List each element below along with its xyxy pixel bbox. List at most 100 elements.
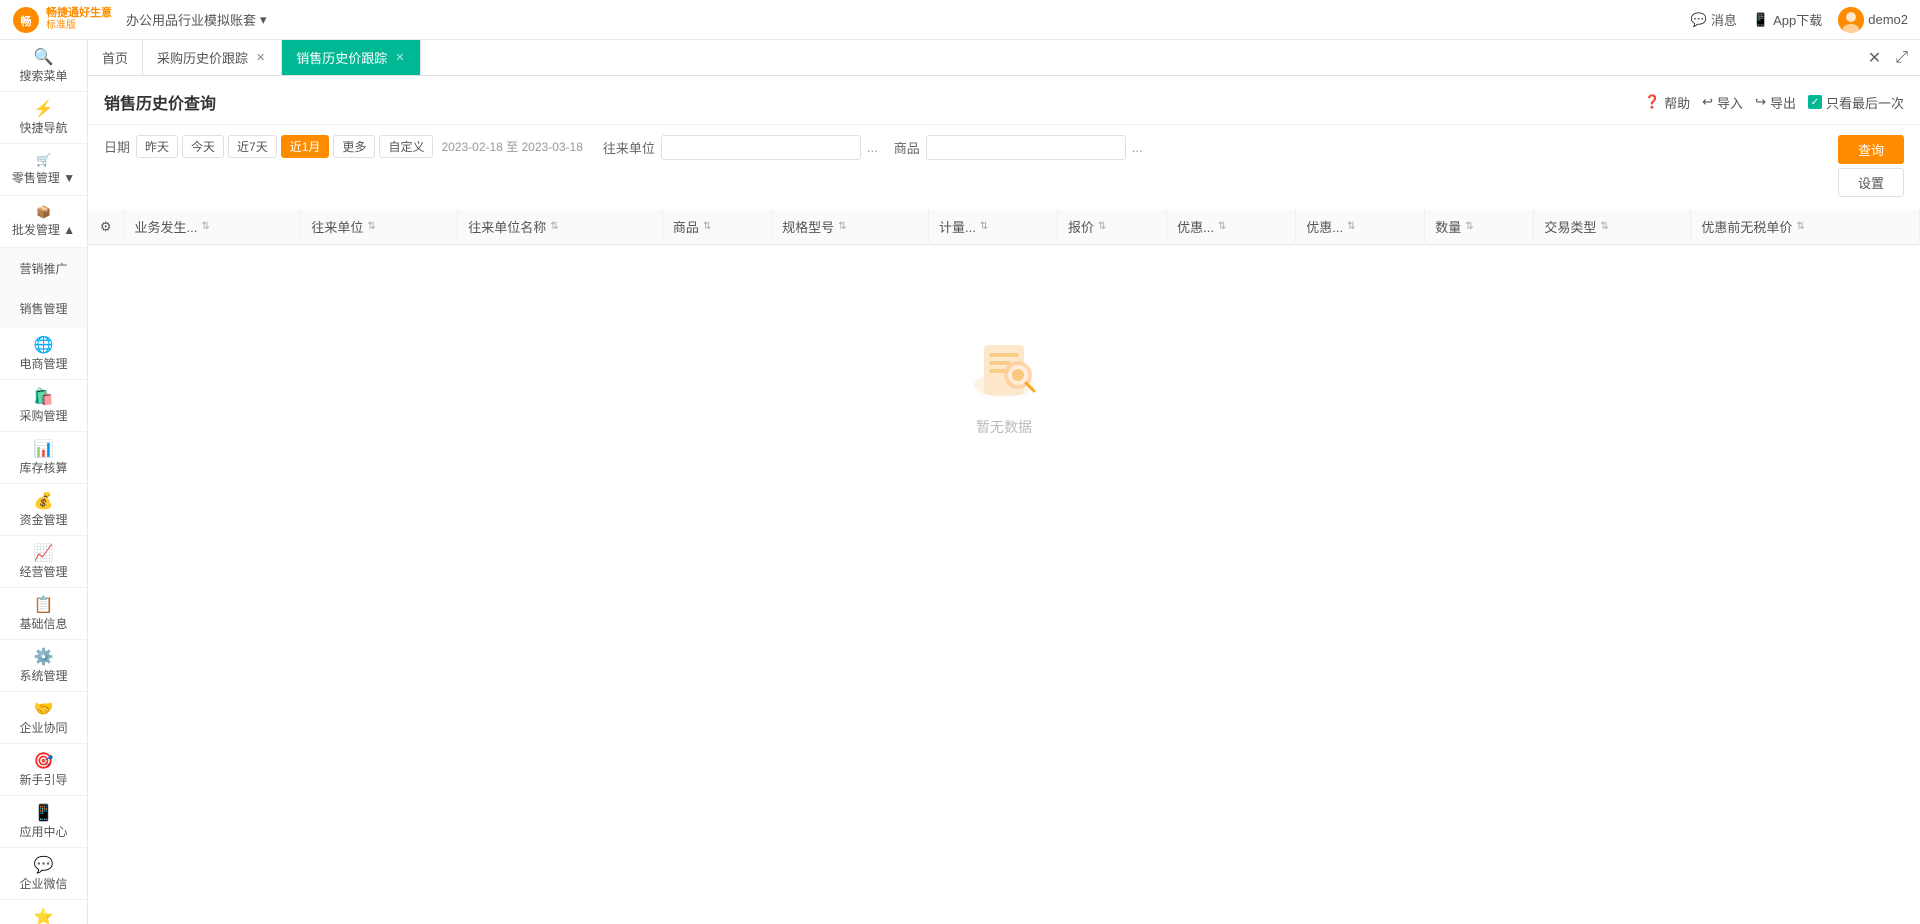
product-input[interactable] <box>926 135 1126 160</box>
app-download-button[interactable]: 📱 App下载 <box>1753 10 1822 29</box>
th-quote[interactable]: 报价 ⇅ <box>1058 209 1167 245</box>
query-button[interactable]: 查询 <box>1838 135 1904 164</box>
date-filter-group: 日期 昨天 今天 近7天 近1月 更多 自定义 2023-02-18 至 202… <box>104 135 583 158</box>
sidebar-item-operations[interactable]: 📈 经营管理 <box>0 536 87 588</box>
content-area: 首页 采购历史价跟踪 ✕ 销售历史价跟踪 ✕ ✕ ⤢ 销售历史价查询 <box>88 40 1920 924</box>
logo-area: 畅 畅捷通好生意 标准版 <box>12 6 112 34</box>
page-header-actions: ❓ 帮助 ↩ 导入 ↪ 导出 ✓ 只看最后一次 <box>1644 93 1904 112</box>
svg-text:畅: 畅 <box>21 14 32 28</box>
dropdown-icon: ▾ <box>260 12 267 28</box>
sidebar-item-system[interactable]: ⚙️ 系统管理 <box>0 640 87 692</box>
th-quantity[interactable]: 数量 ⇅ <box>1425 209 1534 245</box>
th-pretax-price[interactable]: 优惠前无税单价 ⇅ <box>1691 209 1920 245</box>
th-gear[interactable]: ⚙ <box>88 209 124 245</box>
date-label: 日期 <box>104 137 130 156</box>
partner-dots: ... <box>867 140 878 155</box>
th-partner-name[interactable]: 往来单位名称 ⇅ <box>458 209 663 245</box>
sidebar-item-sales-mgmt[interactable]: 销售管理 <box>0 288 87 328</box>
sidebar-item-marketing[interactable]: 营销推广 <box>0 248 87 288</box>
gear-icon: ⚙ <box>100 219 112 234</box>
sidebar-item-label: 快捷导航 <box>19 121 67 137</box>
sidebar-item-newbie[interactable]: 🎯 新手引导 <box>0 744 87 796</box>
maximize-button[interactable]: ⤢ <box>1891 47 1912 69</box>
partner-input[interactable] <box>661 135 861 160</box>
th-biz-date-label: 业务发生... <box>135 217 198 236</box>
sidebar: 🔍 搜索菜单 ⚡ 快捷导航 🛒 零售管理 ▼ 📦 批发管理 ▲ 营销推广 销售管… <box>0 40 88 924</box>
partner-filter: 往来单位 ... <box>603 135 878 160</box>
table-header-row: ⚙ 业务发生... ⇅ 往来单位 <box>88 209 1920 245</box>
download-icon: 📱 <box>1753 12 1769 28</box>
sidebar-item-purchase[interactable]: 🛍️ 采购管理 <box>0 380 87 432</box>
sidebar-item-app-center[interactable]: 📱 应用中心 <box>0 796 87 848</box>
date-filters: 昨天 今天 近7天 近1月 更多 自定义 2023-02-18 至 2023-0… <box>136 135 583 158</box>
sidebar-item-retail[interactable]: 🛒 零售管理 ▼ <box>0 144 87 196</box>
shortcut-icon: ⚡ <box>34 99 54 119</box>
tab-purchase-close[interactable]: ✕ <box>254 50 267 65</box>
workspace-selector[interactable]: 办公用品行业模拟账套 ▾ <box>120 8 273 31</box>
tab-sales-close[interactable]: ✕ <box>393 50 406 65</box>
th-biz-date[interactable]: 业务发生... ⇅ <box>124 209 301 245</box>
sidebar-item-enterprise-wechat[interactable]: 💬 企业微信 <box>0 848 87 900</box>
th-quantity-label: 数量 <box>1435 217 1461 236</box>
date-btn-custom[interactable]: 自定义 <box>379 135 433 158</box>
app-center-icon: 📱 <box>34 803 54 823</box>
sort-icon: ⇅ <box>1218 221 1226 232</box>
message-icon: 💬 <box>1691 12 1707 28</box>
th-unit[interactable]: 计量... ⇅ <box>928 209 1057 245</box>
date-btn-1month[interactable]: 近1月 <box>281 135 330 158</box>
help-button[interactable]: ❓ 帮助 <box>1644 93 1690 112</box>
filter-bar: 日期 昨天 今天 近7天 近1月 更多 自定义 2023-02-18 至 202… <box>88 125 1920 197</box>
th-discount1[interactable]: 优惠... ⇅ <box>1167 209 1296 245</box>
enterprise-wechat-icon: 💬 <box>34 855 54 875</box>
date-btn-more[interactable]: 更多 <box>333 135 375 158</box>
sidebar-item-wholesale[interactable]: 📦 批发管理 ▲ <box>0 196 87 248</box>
top-bar-left: 畅 畅捷通好生意 标准版 办公用品行业模拟账套 ▾ <box>12 6 273 34</box>
tab-sales[interactable]: 销售历史价跟踪 ✕ <box>282 40 421 75</box>
date-btn-7days[interactable]: 近7天 <box>228 135 277 158</box>
th-discount1-label: 优惠... <box>1177 217 1214 236</box>
sidebar-item-shortcut[interactable]: ⚡ 快捷导航 <box>0 92 87 144</box>
vip-icon: ⭐ <box>34 907 54 924</box>
partner-label: 往来单位 <box>603 138 655 157</box>
settings-button[interactable]: 设置 <box>1838 168 1904 197</box>
page-title: 销售历史价查询 <box>104 90 216 114</box>
sort-icon: ⇅ <box>980 221 988 232</box>
sort-icon: ⇅ <box>201 221 209 232</box>
sidebar-item-ecommerce[interactable]: 🌐 电商管理 <box>0 328 87 380</box>
only-last-checkbox[interactable]: ✓ 只看最后一次 <box>1808 93 1904 112</box>
import-button[interactable]: ↩ 导入 <box>1702 93 1743 112</box>
sidebar-item-vip[interactable]: ⭐ 畅会员 <box>0 900 87 924</box>
ecommerce-icon: 🌐 <box>34 335 54 355</box>
sidebar-item-inventory[interactable]: 📊 库存核算 <box>0 432 87 484</box>
table-container: ⚙ 业务发生... ⇅ 往来单位 <box>88 209 1920 517</box>
sidebar-item-basic-info[interactable]: 📋 基础信息 <box>0 588 87 640</box>
close-window-button[interactable]: ✕ <box>1864 46 1885 70</box>
operations-icon: 📈 <box>34 543 54 563</box>
date-btn-yesterday[interactable]: 昨天 <box>136 135 178 158</box>
user-menu[interactable]: demo2 <box>1838 7 1908 33</box>
home-label: 首页 <box>102 48 128 67</box>
main-layout: 🔍 搜索菜单 ⚡ 快捷导航 🛒 零售管理 ▼ 📦 批发管理 ▲ 营销推广 销售管… <box>0 40 1920 924</box>
message-button[interactable]: 💬 消息 <box>1691 10 1737 29</box>
th-partner-code[interactable]: 往来单位 ⇅ <box>301 209 458 245</box>
logo-icon: 畅 <box>12 6 40 34</box>
th-spec[interactable]: 规格型号 ⇅ <box>772 209 929 245</box>
th-discount2-label: 优惠... <box>1306 217 1343 236</box>
search-icon: 🔍 <box>34 47 54 67</box>
th-pretax-price-label: 优惠前无税单价 <box>1701 217 1792 236</box>
export-button[interactable]: ↪ 导出 <box>1755 93 1796 112</box>
date-btn-today[interactable]: 今天 <box>182 135 224 158</box>
tab-home[interactable]: 首页 <box>88 40 143 75</box>
sidebar-item-search[interactable]: 🔍 搜索菜单 <box>0 40 87 92</box>
empty-text: 暂无数据 <box>976 417 1032 437</box>
th-discount2[interactable]: 优惠... ⇅ <box>1296 209 1425 245</box>
sidebar-item-finance[interactable]: 💰 资金管理 <box>0 484 87 536</box>
sidebar-item-label: 零售管理 ▼ <box>12 169 75 186</box>
inventory-icon: 📊 <box>34 439 54 459</box>
sort-icon: ⇅ <box>367 221 375 232</box>
th-product[interactable]: 商品 ⇅ <box>662 209 771 245</box>
th-trade-type[interactable]: 交易类型 ⇅ <box>1534 209 1691 245</box>
sidebar-item-cooperation[interactable]: 🤝 企业协同 <box>0 692 87 744</box>
filter-action-buttons: 查询 设置 <box>1838 135 1904 197</box>
tab-purchase[interactable]: 采购历史价跟踪 ✕ <box>143 40 282 75</box>
